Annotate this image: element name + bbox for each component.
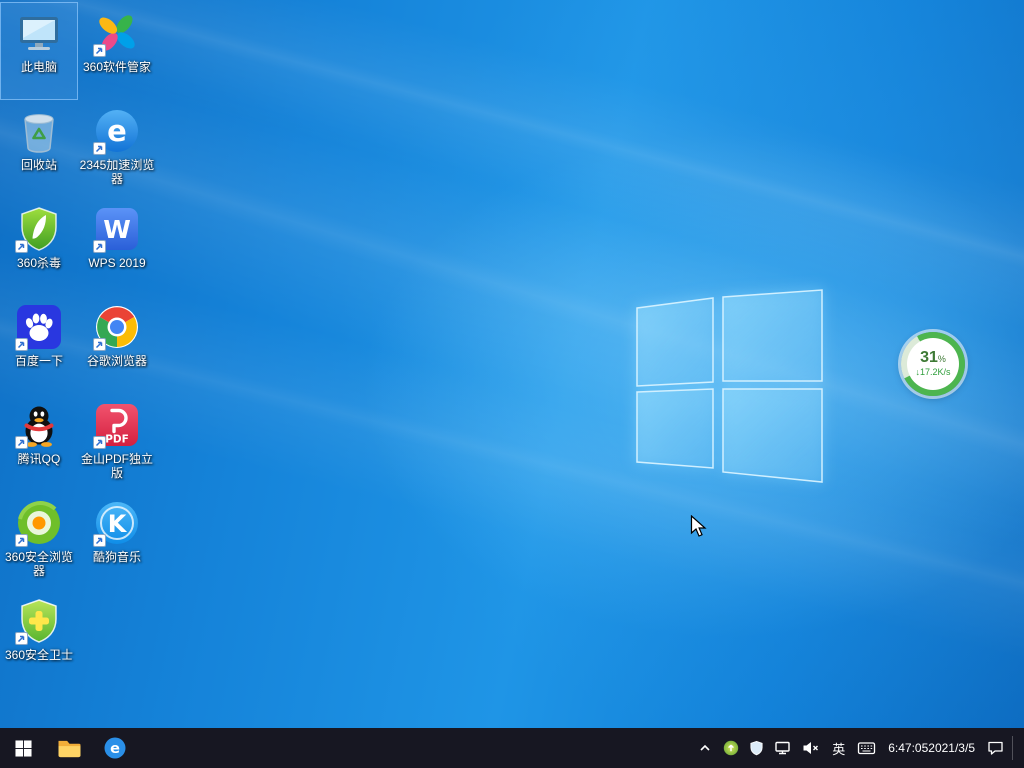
kingsoft-pdf-icon: PDF xyxy=(93,401,141,449)
desktop-wallpaper[interactable]: 此电脑 回收站 xyxy=(0,0,1024,728)
desktop-icon-label: 360杀毒 xyxy=(17,256,61,270)
desktop-icon-column-1: 此电脑 回收站 xyxy=(0,2,78,688)
clock-time: 6:47:05 xyxy=(888,741,928,755)
svg-text:W: W xyxy=(103,215,131,244)
desktop-icon-label: 腾讯QQ xyxy=(18,452,61,466)
360-secure-browser-icon xyxy=(15,499,63,547)
input-method-indicator[interactable]: 英 xyxy=(825,728,852,768)
shortcut-arrow-icon xyxy=(93,338,106,351)
desktop-icon-label: 谷歌浏览器 xyxy=(87,354,147,368)
svg-text:K: K xyxy=(108,510,128,538)
360-safeguard-icon xyxy=(15,597,63,645)
desktop-icon-360-antivirus[interactable]: 360杀毒 xyxy=(0,198,78,296)
tray-360-icon[interactable] xyxy=(718,728,744,768)
shortcut-arrow-icon xyxy=(93,240,106,253)
360-antivirus-icon xyxy=(15,205,63,253)
desktop-icon-column-2: 360软件管家 e 2345加速浏览器 xyxy=(78,2,156,590)
shield-icon xyxy=(749,740,764,756)
wps-2019-icon: W xyxy=(93,205,141,253)
windows-desktop: 此电脑 回收站 xyxy=(0,0,1024,768)
desktop-icon-360-secure-browser[interactable]: 360安全浏览器 xyxy=(0,492,78,590)
desktop-icon-label: 金山PDF独立版 xyxy=(79,452,155,480)
svg-text:e: e xyxy=(107,114,127,148)
svg-text:PDF: PDF xyxy=(105,434,129,446)
desktop-icon-label: WPS 2019 xyxy=(88,256,145,270)
desktop-icon-360-safeguard[interactable]: 360安全卫士 xyxy=(0,590,78,688)
taskbar-divider xyxy=(1012,736,1013,760)
recycle-bin-icon xyxy=(15,107,63,155)
action-center-button[interactable] xyxy=(982,728,1009,768)
desktop-icon-label: 回收站 xyxy=(21,158,57,172)
windows-logo-wallpaper xyxy=(595,268,855,498)
desktop-icon-360-software-manager[interactable]: 360软件管家 xyxy=(78,2,156,100)
shortcut-arrow-icon xyxy=(15,534,28,547)
start-button[interactable] xyxy=(0,728,46,768)
mouse-cursor xyxy=(690,515,708,544)
desktop-icon-tencent-qq[interactable]: 腾讯QQ xyxy=(0,394,78,492)
desktop-icon-label: 360软件管家 xyxy=(83,60,151,74)
clock-date: 2021/3/5 xyxy=(928,741,975,755)
desktop-icon-recycle-bin[interactable]: 回收站 xyxy=(0,100,78,198)
shortcut-arrow-icon xyxy=(15,632,28,645)
desktop-icon-wps-2019[interactable]: W WPS 2019 xyxy=(78,198,156,296)
taskbar: e xyxy=(0,728,1024,768)
desktop-icon-label: 百度一下 xyxy=(15,354,63,368)
desktop-icon-label: 此电脑 xyxy=(21,60,57,74)
speed-float-ball-face: 31% ↓17.2K/s xyxy=(907,338,959,390)
action-center-icon xyxy=(987,740,1004,756)
taskbar-file-explorer[interactable] xyxy=(46,728,92,768)
desktop-icon-this-pc[interactable]: 此电脑 xyxy=(0,2,78,100)
shortcut-arrow-icon xyxy=(93,534,106,547)
shortcut-arrow-icon xyxy=(93,44,106,57)
file-explorer-icon xyxy=(57,737,82,759)
chevron-up-icon xyxy=(697,740,713,756)
tencent-qq-icon xyxy=(15,401,63,449)
download-speed: ↓17.2K/s xyxy=(915,367,950,378)
desktop-icon-kugou-music[interactable]: K 酷狗音乐 xyxy=(78,492,156,590)
shortcut-arrow-icon xyxy=(15,338,28,351)
desktop-icon-2345-browser[interactable]: e 2345加速浏览器 xyxy=(78,100,156,198)
taskbar-clock[interactable]: 6:47:05 2021/3/5 xyxy=(881,728,982,768)
tray-hidden-icons-chevron[interactable] xyxy=(692,728,718,768)
windows-start-icon xyxy=(15,740,32,757)
shortcut-arrow-icon xyxy=(15,240,28,253)
shortcut-arrow-icon xyxy=(93,436,106,449)
tray-touch-keyboard[interactable] xyxy=(852,728,881,768)
desktop-icon-label: 360安全卫士 xyxy=(5,648,73,662)
show-desktop-button[interactable] xyxy=(1016,728,1021,768)
browser-e-icon: e xyxy=(103,736,127,760)
shortcut-arrow-icon xyxy=(93,142,106,155)
desktop-icon-baidu[interactable]: 百度一下 xyxy=(0,296,78,394)
speaker-muted-icon xyxy=(802,740,820,756)
desktop-icon-kingsoft-pdf[interactable]: PDF 金山PDF独立版 xyxy=(78,394,156,492)
360-software-manager-icon xyxy=(93,9,141,57)
desktop-icon-chrome[interactable]: 谷歌浏览器 xyxy=(78,296,156,394)
desktop-icon-label: 2345加速浏览器 xyxy=(79,158,155,186)
speed-float-ball[interactable]: 31% ↓17.2K/s xyxy=(901,332,965,396)
tray-security-shield[interactable] xyxy=(744,728,769,768)
system-tray: 英 6:47:05 2021/3/5 xyxy=(692,728,1024,768)
desktop-icon-label: 360安全浏览器 xyxy=(1,550,77,578)
tray-volume-muted[interactable] xyxy=(797,728,825,768)
desktop-icon-label: 酷狗音乐 xyxy=(93,550,141,564)
svg-text:e: e xyxy=(110,741,120,757)
kugou-music-icon: K xyxy=(93,499,141,547)
network-ethernet-icon xyxy=(774,740,792,756)
tray-network[interactable] xyxy=(769,728,797,768)
taskbar-browser[interactable]: e xyxy=(92,728,138,768)
touch-keyboard-icon xyxy=(857,740,876,756)
this-pc-icon xyxy=(15,9,63,57)
baidu-icon xyxy=(15,303,63,351)
progress-percent: 31% xyxy=(920,350,946,367)
green-circle-up-icon xyxy=(723,740,739,756)
2345-browser-icon: e xyxy=(93,107,141,155)
chrome-icon xyxy=(93,303,141,351)
shortcut-arrow-icon xyxy=(15,436,28,449)
